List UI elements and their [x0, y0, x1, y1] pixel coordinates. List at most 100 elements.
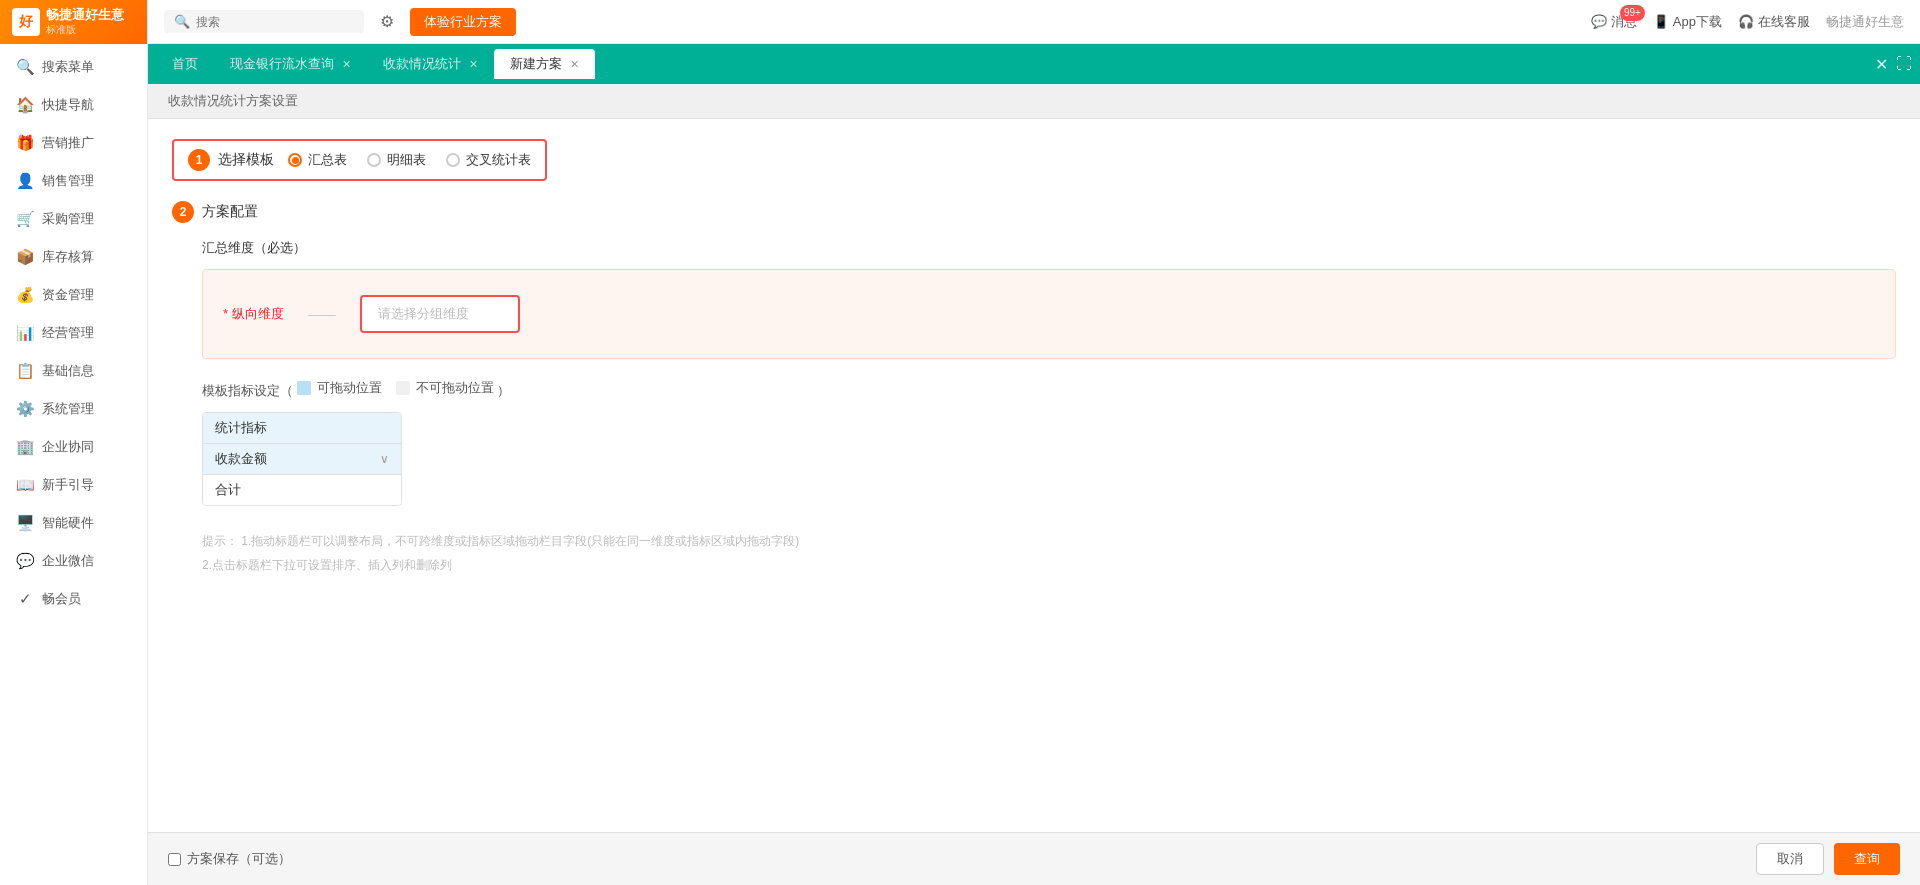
close-window-icon[interactable]: ✕ — [1875, 55, 1888, 74]
sidebar-logo: 好 畅捷通好生意 标准版 — [0, 0, 147, 44]
tip2: 2.点击标题栏下拉可设置排序、插入列和删除列 — [202, 553, 1896, 577]
sidebar-item-operation[interactable]: 📊经营管理 — [0, 314, 147, 352]
query-button[interactable]: 查询 — [1834, 843, 1900, 875]
form-content: 1 选择模板 汇总表 明细表 交叉统计表 2 方案配置 汇总维度（必选） — [148, 119, 1920, 832]
tip1: 提示： 1.拖动标题栏可以调整布局，不可跨维度或指标区域拖动栏目字段(只能在同一… — [202, 529, 1896, 553]
settings-icon[interactable]: ⚙ — [380, 12, 394, 31]
main-area: 🔍 ⚙ 体验行业方案 💬 消息 99+ 📱 App下载 🎧 在线客服 畅捷通好生… — [148, 0, 1920, 885]
dim-select[interactable]: 请选择分组维度 — [360, 295, 520, 333]
metrics-item-payment[interactable]: 收款金额 ∨ — [203, 444, 401, 475]
guide-label: 新手引导 — [42, 476, 94, 494]
guide-icon: 📖 — [16, 476, 34, 494]
operation-icon: 📊 — [16, 324, 34, 342]
step1-header: 1 选择模板 汇总表 明细表 交叉统计表 — [172, 139, 1896, 181]
radio-detail[interactable]: 明细表 — [367, 151, 426, 169]
tab-label-payment-stats: 收款情况统计 — [383, 55, 461, 73]
trial-button[interactable]: 体验行业方案 — [410, 8, 516, 36]
tab-new-plan[interactable]: 新建方案 ✕ — [494, 49, 595, 79]
radio-summary[interactable]: 汇总表 — [288, 151, 347, 169]
radio-label-cross: 交叉统计表 — [466, 151, 531, 169]
maximize-icon[interactable]: ⛶ — [1896, 55, 1912, 73]
sidebar-item-purchase[interactable]: 🛒采购管理 — [0, 200, 147, 238]
radio-dot-detail — [367, 153, 381, 167]
system-label: 系统管理 — [42, 400, 94, 418]
tab-label-home: 首页 — [172, 55, 198, 73]
capital-label: 资金管理 — [42, 286, 94, 304]
sidebar-item-guide[interactable]: 📖 新手引导 — [0, 466, 147, 504]
search-input[interactable] — [196, 15, 336, 29]
sidebar-item-base-info[interactable]: 📋基础信息 — [0, 352, 147, 390]
sidebar-item-quick-nav[interactable]: 🏠快捷导航 — [0, 86, 147, 124]
radio-cross[interactable]: 交叉统计表 — [446, 151, 531, 169]
step2-header: 2 方案配置 — [172, 201, 1896, 223]
metrics-label: 模板指标设定（ 可拖动位置 不可拖动位置 ） — [202, 379, 510, 400]
metrics-header: 模板指标设定（ 可拖动位置 不可拖动位置 ） — [202, 379, 1896, 400]
search-menu-label: 搜索菜单 — [42, 58, 94, 76]
online-service-button[interactable]: 🎧 在线客服 — [1738, 13, 1810, 31]
capital-icon: 💰 — [16, 286, 34, 304]
tab-close-payment-stats[interactable]: ✕ — [469, 59, 478, 70]
sidebar: 好 畅捷通好生意 标准版 🔍 搜索菜单 🏠快捷导航🎁营销推广👤销售管理🛒采购管理📦库… — [0, 0, 148, 885]
sidebar-item-search-menu[interactable]: 🔍 搜索菜单 — [0, 48, 147, 86]
draggable-label: 可拖动位置 — [317, 379, 382, 397]
sales-label: 销售管理 — [42, 172, 94, 190]
system-icon: ⚙️ — [16, 400, 34, 418]
step2-title: 方案配置 — [202, 203, 258, 221]
inventory-icon: 📦 — [16, 248, 34, 266]
sidebar-nav: 🔍 搜索菜单 🏠快捷导航🎁营销推广👤销售管理🛒采购管理📦库存核算 💰 资金管理 📊经营管理… — [0, 44, 147, 885]
tab-close-bank-flow[interactable]: ✕ — [342, 59, 351, 70]
sidebar-item-member[interactable]: ✓畅会员 — [0, 580, 147, 618]
tab-label-new-plan: 新建方案 — [510, 55, 562, 73]
sidebar-item-system[interactable]: ⚙️ 系统管理 — [0, 390, 147, 428]
marketing-label: 营销推广 — [42, 134, 94, 152]
message-badge: 99+ — [1620, 5, 1645, 21]
step1-title: 选择模板 — [218, 151, 274, 169]
step2-body: 汇总维度（必选） * 纵向维度 —— 请选择分组维度 模板指标设定（ 可拖动位置 — [202, 239, 1896, 577]
save-option[interactable]: 方案保存（可选） — [168, 850, 291, 868]
step1-badge: 1 — [188, 149, 210, 171]
content-area: 收款情况统计方案设置 1 选择模板 汇总表 明细表 交叉统计表 — [148, 84, 1920, 885]
fixed-label: 不可拖动位置 — [416, 379, 494, 397]
sidebar-item-sales[interactable]: 👤销售管理 — [0, 162, 147, 200]
tab-label-bank-flow: 现金银行流水查询 — [230, 55, 334, 73]
sidebar-item-wechat[interactable]: 💬企业微信 — [0, 542, 147, 580]
tab-bank-flow[interactable]: 现金银行流水查询 ✕ — [214, 49, 367, 79]
tab-home[interactable]: 首页 — [156, 49, 214, 79]
cancel-button[interactable]: 取消 — [1756, 843, 1824, 875]
step2-badge: 2 — [172, 201, 194, 223]
app-download-button[interactable]: 📱 App下载 — [1653, 13, 1722, 31]
tab-bar: 首页 现金银行流水查询 ✕ 收款情况统计 ✕ 新建方案 ✕ ✕ ⛶ — [148, 44, 1920, 84]
save-checkbox[interactable] — [168, 853, 181, 866]
base-info-label: 基础信息 — [42, 362, 94, 380]
search-bar[interactable]: 🔍 — [164, 10, 364, 33]
dropdown-icon[interactable]: ∨ — [380, 452, 389, 466]
wechat-label: 企业微信 — [42, 552, 94, 570]
stats-header: 统计指标 — [203, 413, 401, 444]
app-download-label: App下载 — [1673, 13, 1722, 31]
payment-label: 收款金额 — [215, 450, 267, 468]
tab-close-new-plan[interactable]: ✕ — [570, 59, 579, 70]
member-label: 畅会员 — [42, 590, 81, 608]
sidebar-item-marketing[interactable]: 🎁营销推广 — [0, 124, 147, 162]
arrow-icon: —— — [308, 306, 336, 322]
radio-dot-summary — [288, 153, 302, 167]
message-icon: 💬 — [1591, 14, 1607, 29]
search-menu-icon: 🔍 — [16, 58, 34, 76]
page-breadcrumb: 收款情况统计方案设置 — [148, 84, 1920, 119]
breadcrumb-text: 收款情况统计方案设置 — [168, 93, 298, 108]
sidebar-item-enterprise[interactable]: 🏢企业协同 — [0, 428, 147, 466]
metrics-table: 统计指标 收款金额 ∨ 合计 — [202, 412, 402, 506]
radio-label-detail: 明细表 — [387, 151, 426, 169]
step2-section: 2 方案配置 汇总维度（必选） * 纵向维度 —— 请选择分组维度 模板指标设定… — [172, 201, 1896, 577]
draggable-legend-box — [297, 381, 311, 395]
summary-dim-label: 汇总维度（必选） — [202, 239, 1896, 257]
tips-section: 提示： 1.拖动标题栏可以调整布局，不可跨维度或指标区域拖动栏目字段(只能在同一… — [202, 529, 1896, 577]
sidebar-item-inventory[interactable]: 📦库存核算 — [0, 238, 147, 276]
form-footer: 方案保存（可选） 取消 查询 — [148, 832, 1920, 885]
message-button[interactable]: 💬 消息 99+ — [1591, 13, 1637, 31]
sidebar-item-capital[interactable]: 💰 资金管理 — [0, 276, 147, 314]
sidebar-item-hardware[interactable]: 🖥️智能硬件 — [0, 504, 147, 542]
app-icon: 📱 — [1653, 14, 1669, 29]
tab-payment-stats[interactable]: 收款情况统计 ✕ — [367, 49, 494, 79]
footer-buttons: 取消 查询 — [1756, 843, 1900, 875]
